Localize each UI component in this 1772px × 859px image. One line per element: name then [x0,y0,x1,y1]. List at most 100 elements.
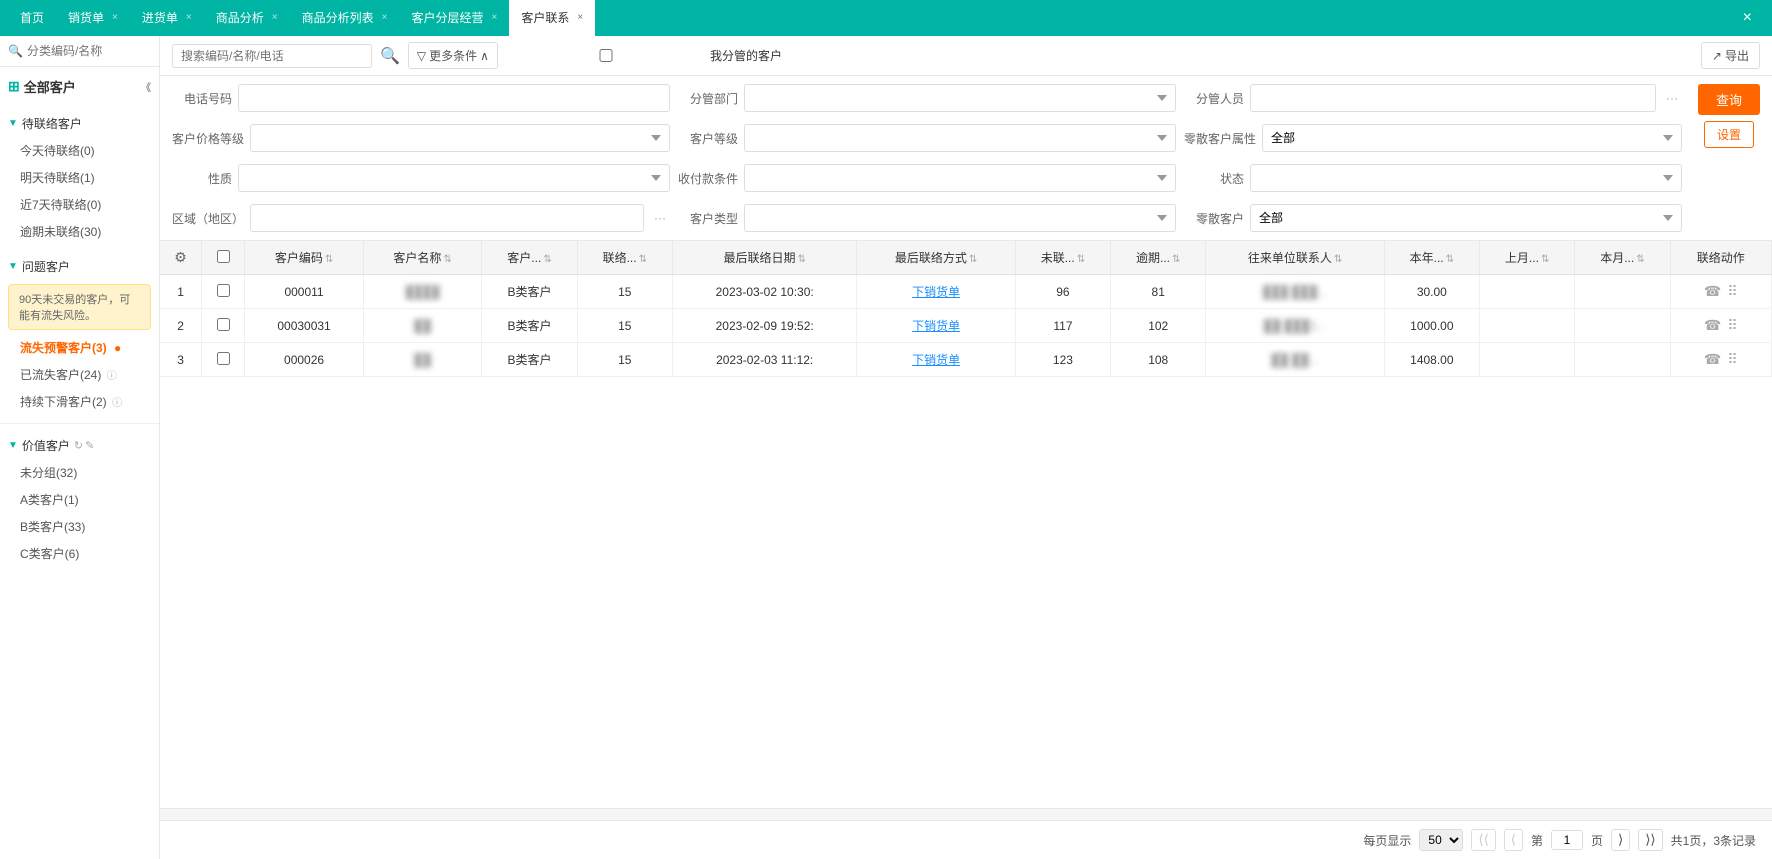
row3-last-month [1479,343,1574,377]
column-not-contacted[interactable]: 未联...⇅ [1015,241,1110,275]
page-input[interactable] [1551,830,1583,850]
problem-customers-header[interactable]: ▼ 问题客户 [0,253,159,280]
prev-page-button[interactable]: ⟨ [1504,829,1523,851]
column-name[interactable]: 客户名称⇅ [363,241,482,275]
row2-more-icon[interactable]: ⠿ [1727,317,1737,334]
horizontal-scrollbar[interactable] [160,808,1772,820]
customer-level-select[interactable] [744,124,1176,152]
next-page-button[interactable]: ⟩ [1611,829,1630,851]
column-last-method[interactable]: 最后联络方式⇅ [857,241,1015,275]
sidebar-item-overdue[interactable]: 逾期未联络(30) [0,218,159,245]
search-button[interactable]: 🔍 [380,46,400,66]
sidebar-item-classC[interactable]: C类客户(6) [0,540,159,567]
column-code[interactable]: 客户编码⇅ [245,241,364,275]
nav-home[interactable]: 首页 [8,0,56,36]
value-refresh-icon[interactable]: ↻ [74,439,83,452]
table-footer: 每页显示 50 ⟨⟨ ⟨ 第 页 ⟩ ⟩⟩ 共1页，3条记录 [160,820,1772,859]
nav-purchase[interactable]: 进货单 × [130,0,204,36]
per-page-select[interactable]: 50 [1419,829,1463,851]
row2-last-method[interactable]: 下销货单 [857,309,1015,343]
value-customers-header[interactable]: ▼ 价值客户 ↻ ✎ [0,432,159,459]
customer-type-select[interactable] [744,204,1176,232]
column-level[interactable]: 客户...⇅ [482,241,577,275]
nav-customer-tier[interactable]: 客户分层经营 × [399,0,509,36]
gear-icon[interactable]: ⚙ [174,249,187,265]
column-last-month[interactable]: 上月...⇅ [1479,241,1574,275]
sort-icon-code: ⇅ [325,254,333,265]
phone-input[interactable] [238,84,670,112]
column-this-year[interactable]: 本年...⇅ [1384,241,1479,275]
settings-button[interactable]: 设置 [1704,121,1754,148]
nav-goods-analysis-close[interactable]: × [272,0,278,36]
manager-input[interactable] [1250,84,1656,112]
column-gear[interactable]: ⚙ [160,241,202,275]
my-customers-checkbox[interactable] [506,49,706,62]
retail-attr-select[interactable]: 全部 [1262,124,1682,152]
region-more-icon[interactable]: ··· [650,211,670,225]
row3-checkbox[interactable] [202,343,245,377]
sidebar-all-customers[interactable]: ⊞ 全部客户 《 [0,71,159,102]
column-contact-count[interactable]: 联络...⇅ [577,241,672,275]
row3-more-icon[interactable]: ⠿ [1727,351,1737,368]
row3-actions: ☎ ⠿ [1670,343,1771,377]
sidebar-item-churn-warning[interactable]: 流失预警客户(3) ● [0,334,159,361]
sidebar-item-unclassified[interactable]: 未分组(32) [0,459,159,486]
more-conditions-btn[interactable]: ▽ 更多条件 ∧ [408,42,498,69]
payment-select[interactable] [744,164,1176,192]
status-select[interactable] [1250,164,1682,192]
sidebar-item-classA[interactable]: A类客户(1) [0,486,159,513]
price-level-select[interactable] [250,124,670,152]
first-page-button[interactable]: ⟨⟨ [1471,829,1495,851]
nav-goods-analysis-list[interactable]: 商品分析列表 × [290,0,400,36]
sidebar-item-declining[interactable]: 持续下滑客户(2) ⓘ [0,388,159,415]
row1-more-icon[interactable]: ⠿ [1727,283,1737,300]
last-page-button[interactable]: ⟩⟩ [1638,829,1662,851]
row1-last-method[interactable]: 下销货单 [857,275,1015,309]
nav-customer-contact[interactable]: 客户联系 × [509,0,595,36]
sidebar-item-7days[interactable]: 近7天待联络(0) [0,191,159,218]
pending-contact-header[interactable]: ▼ 待联络客户 [0,110,159,137]
sidebar-item-tomorrow[interactable]: 明天待联络(1) [0,164,159,191]
main-layout: 🔍 ⊞ 全部客户 《 ▼ 待联络客户 今天待联络(0) 明天待联络(1) 近7天… [0,36,1772,859]
manager-more-icon[interactable]: ··· [1662,91,1682,105]
app-close-button[interactable]: × [1731,9,1764,27]
row2-checkbox[interactable] [202,309,245,343]
nav-customer-contact-close[interactable]: × [577,0,583,36]
column-this-month[interactable]: 本月...⇅ [1575,241,1670,275]
sidebar-item-churned[interactable]: 已流失客户(24) ⓘ [0,361,159,388]
sidebar-search-input[interactable] [27,44,160,58]
retail-select[interactable]: 全部 [1250,204,1682,232]
row2-not-contacted: 117 [1015,309,1110,343]
row3-last-method[interactable]: 下销货单 [857,343,1015,377]
row1-this-year: 30.00 [1384,275,1479,309]
sidebar-item-classB[interactable]: B类客户(33) [0,513,159,540]
nav-sales-close[interactable]: × [112,0,118,36]
search-input[interactable] [172,44,372,68]
my-customers-checkbox-label[interactable]: 我分管的客户 [506,47,782,64]
filter-retail-field: 零散客户 全部 [1184,204,1682,232]
dept-select[interactable] [744,84,1176,112]
export-button[interactable]: ↗ 导出 [1701,42,1760,69]
nav-goods-analysis[interactable]: 商品分析 × [204,0,290,36]
region-input[interactable] [250,204,644,232]
value-edit-icon[interactable]: ✎ [85,439,94,452]
column-last-date[interactable]: 最后联络日期⇅ [672,241,856,275]
row1-contact-icon[interactable]: ☎ [1704,283,1721,300]
gender-select[interactable] [238,164,670,192]
row3-contact-count: 15 [577,343,672,377]
nav-sales[interactable]: 销货单 × [56,0,130,36]
nav-goods-analysis-list-close[interactable]: × [382,0,388,36]
nav-purchase-close[interactable]: × [186,0,192,36]
filter-bar: 🔍 ▽ 更多条件 ∧ 我分管的客户 ↗ 导出 [160,36,1772,76]
column-checkbox[interactable] [202,241,245,275]
row3-contacts: ██ ██... [1206,343,1384,377]
row1-checkbox[interactable] [202,275,245,309]
select-all-checkbox[interactable] [217,250,230,263]
row2-contact-icon[interactable]: ☎ [1704,317,1721,334]
nav-customer-tier-close[interactable]: × [491,0,497,36]
column-overdue[interactable]: 逾期...⇅ [1111,241,1206,275]
row3-contact-icon[interactable]: ☎ [1704,351,1721,368]
column-contacts[interactable]: 往来单位联系人⇅ [1206,241,1384,275]
sidebar-item-today[interactable]: 今天待联络(0) [0,137,159,164]
query-button[interactable]: 查询 [1698,84,1760,115]
